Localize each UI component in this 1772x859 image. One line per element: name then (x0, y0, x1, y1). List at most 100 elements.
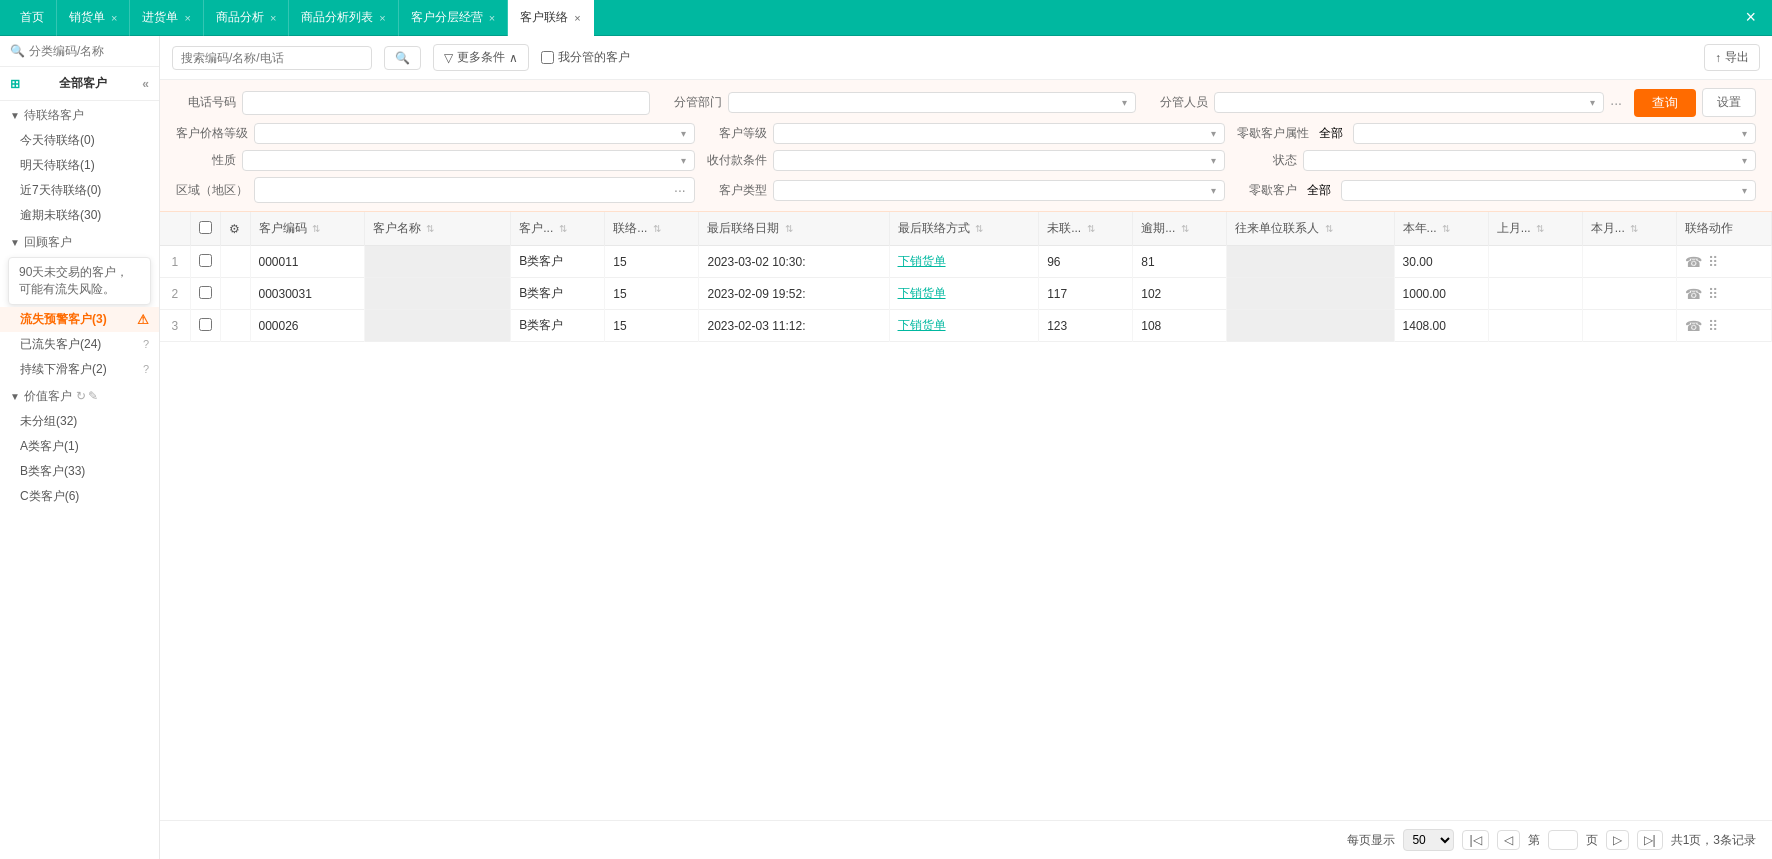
price-tier-select[interactable]: ▾ (254, 123, 695, 144)
sidebar-search-input[interactable] (29, 44, 149, 58)
search-button[interactable]: 🔍 (384, 46, 421, 70)
sidebar-item-class-a[interactable]: A类客户(1) (0, 434, 159, 459)
payment-field: 收付款条件 ▾ (707, 150, 1226, 171)
row-last-contact-way: 下销货单 (889, 278, 1039, 310)
tab-analysis-list[interactable]: 商品分析列表 × (289, 0, 398, 36)
row-checkbox[interactable] (199, 286, 212, 299)
sidebar-item-tomorrow[interactable]: 明天待联络(1) (0, 153, 159, 178)
sort-icon: ⇅ (1442, 223, 1450, 234)
row-settings (220, 278, 250, 310)
manager-more-button[interactable]: ··· (1610, 95, 1622, 111)
my-customers-checkbox-label[interactable]: 我分管的客户 (541, 49, 630, 66)
filter-search-input[interactable] (172, 46, 372, 70)
sidebar-group-review[interactable]: ▼ 回顾客户 (0, 228, 159, 255)
page-number-input[interactable]: 1 (1548, 830, 1578, 850)
more-action-icon[interactable]: ⠿ (1708, 254, 1718, 270)
sidebar-item-ungroup[interactable]: 未分组(32) (0, 409, 159, 434)
next-page-button[interactable]: ▷ (1606, 830, 1629, 850)
contact-icon[interactable]: ☎ (1685, 254, 1702, 270)
col-customer-code: 客户编码 ⇅ (250, 212, 365, 246)
collapse-icon[interactable]: « (142, 77, 149, 91)
sidebar-item-churned[interactable]: 已流失客户(24) ? (0, 332, 159, 357)
row-name (365, 310, 511, 342)
row-last-month (1488, 246, 1582, 278)
prev-page-button[interactable]: ◁ (1497, 830, 1520, 850)
query-button[interactable]: 查询 (1634, 89, 1696, 117)
col-settings[interactable]: ⚙ (220, 212, 250, 246)
row-name (365, 278, 511, 310)
tab-customer-contact[interactable]: 客户联络 × (508, 0, 593, 36)
price-tier-field: 客户价格等级 ▾ (176, 123, 695, 144)
region-select[interactable]: ··· (254, 177, 695, 203)
tab-home[interactable]: 首页 (8, 0, 57, 36)
sidebar-item-overdue[interactable]: 逾期未联络(30) (0, 203, 159, 228)
settings-button[interactable]: 设置 (1702, 88, 1756, 117)
grid-icon: ⊞ (10, 77, 20, 91)
tab-customer-tier[interactable]: 客户分层经营 × (399, 0, 508, 36)
row-type: B类客户 (511, 246, 605, 278)
manager-select[interactable]: ▾ (1214, 92, 1604, 113)
close-icon[interactable]: × (574, 12, 580, 24)
close-icon[interactable]: × (379, 12, 385, 24)
row-last-contact-date: 2023-03-02 10:30: (699, 246, 889, 278)
row-last-contact-way: 下销货单 (889, 310, 1039, 342)
more-action-icon[interactable]: ⠿ (1708, 286, 1718, 302)
export-button[interactable]: ↑ 导出 (1704, 44, 1760, 71)
zero-sales-select[interactable]: ▾ (1341, 180, 1756, 201)
sort-icon: ⇅ (559, 223, 567, 234)
dept-select[interactable]: ▾ (728, 92, 1136, 113)
gender-select[interactable]: ▾ (242, 150, 695, 171)
tab-purchase[interactable]: 进货单 × (130, 0, 203, 36)
select-all-checkbox[interactable] (199, 221, 212, 234)
chevron-down-icon: ▾ (1122, 97, 1127, 108)
row-num: 1 (160, 246, 190, 278)
page-size-select[interactable]: 50 100 200 (1403, 829, 1454, 851)
contact-way-link[interactable]: 下销货单 (898, 318, 946, 332)
zero-sales-attr-select[interactable]: ▾ (1353, 123, 1756, 144)
tab-sales[interactable]: 销货单 × (57, 0, 130, 36)
col-type: 客户... ⇅ (511, 212, 605, 246)
row-no-contact: 96 (1039, 246, 1133, 278)
window-close-button[interactable]: × (1737, 7, 1764, 28)
refresh-icon[interactable]: ↻ (76, 389, 86, 403)
customer-tier-select[interactable]: ▾ (773, 123, 1226, 144)
sidebar-group-value[interactable]: ▼ 价值客户 ↻ ✎ (0, 382, 159, 409)
contact-way-link[interactable]: 下销货单 (898, 254, 946, 268)
sidebar-item-class-b[interactable]: B类客户(33) (0, 459, 159, 484)
row-overdue: 81 (1133, 246, 1227, 278)
close-icon[interactable]: × (184, 12, 190, 24)
sort-icon: ⇅ (312, 223, 320, 234)
contact-icon[interactable]: ☎ (1685, 318, 1702, 334)
row-checkbox[interactable] (199, 318, 212, 331)
sidebar-item-declining[interactable]: 持续下滑客户(2) ? (0, 357, 159, 382)
sidebar-item-7days[interactable]: 近7天待联络(0) (0, 178, 159, 203)
first-page-button[interactable]: |◁ (1462, 830, 1488, 850)
last-page-button[interactable]: ▷| (1637, 830, 1663, 850)
my-customers-checkbox[interactable] (541, 51, 554, 64)
tab-analysis[interactable]: 商品分析 × (204, 0, 289, 36)
region-more-button[interactable]: ··· (674, 182, 686, 198)
phone-input[interactable] (242, 91, 650, 115)
search-icon: 🔍 (395, 51, 410, 65)
row-checkbox-cell (190, 278, 220, 310)
more-conditions-button[interactable]: ▽ 更多条件 ∧ (433, 44, 529, 71)
row-overdue: 108 (1133, 310, 1227, 342)
row-checkbox[interactable] (199, 254, 212, 267)
payment-select[interactable]: ▾ (773, 150, 1226, 171)
sort-icon: ⇅ (1087, 223, 1095, 234)
top-tabs-bar: 首页 销货单 × 进货单 × 商品分析 × 商品分析列表 × 客户分层经营 × … (0, 0, 1772, 36)
sidebar-root-label[interactable]: ⊞ 全部客户 « (0, 67, 159, 101)
sidebar-item-today[interactable]: 今天待联络(0) (0, 128, 159, 153)
close-icon[interactable]: × (489, 12, 495, 24)
sidebar-item-class-c[interactable]: C类客户(6) (0, 484, 159, 509)
contact-way-link[interactable]: 下销货单 (898, 286, 946, 300)
status-select[interactable]: ▾ (1303, 150, 1756, 171)
customer-type-select[interactable]: ▾ (773, 180, 1226, 201)
close-icon[interactable]: × (111, 12, 117, 24)
more-action-icon[interactable]: ⠿ (1708, 318, 1718, 334)
sidebar-item-churn-warning[interactable]: 流失预警客户(3) ⚠ (0, 307, 159, 332)
sidebar-group-pending[interactable]: ▼ 待联络客户 (0, 101, 159, 128)
contact-icon[interactable]: ☎ (1685, 286, 1702, 302)
close-icon[interactable]: × (270, 12, 276, 24)
edit-icon[interactable]: ✎ (88, 389, 98, 403)
